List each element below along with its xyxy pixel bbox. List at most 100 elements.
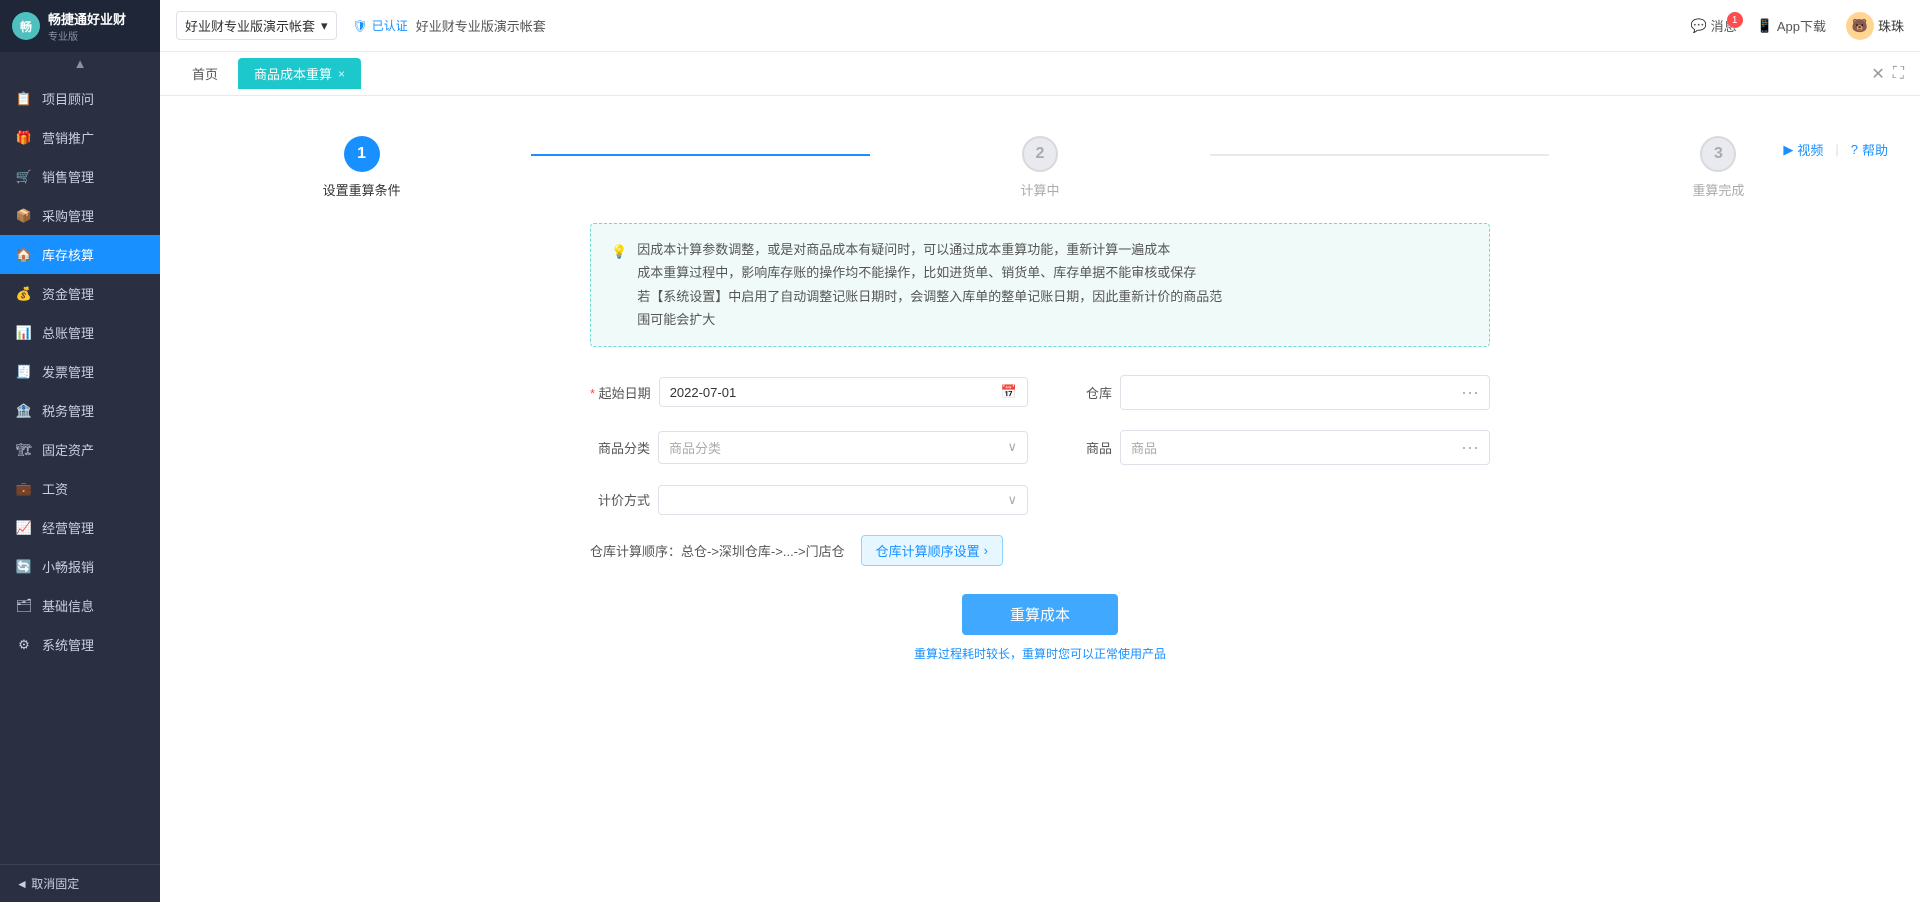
sidebar-item-sales[interactable]: 🛒 销售管理 — [0, 157, 160, 196]
sidebar-nav: 📋 项目顾问 🎁 营销推广 🛒 销售管理 📦 采购管理 🏠 库存核算 💰 资金管… — [0, 75, 160, 864]
sidebar-item-expense[interactable]: 🔄 小畅报销 — [0, 547, 160, 586]
start-date-value: 2022-07-01 — [670, 385, 737, 400]
sidebar-item-label: 项目顾问 — [42, 89, 94, 108]
sidebar-item-payroll[interactable]: 💼 工资 — [0, 469, 160, 508]
step-1-num: 1 — [357, 145, 366, 163]
step-3-label: 重算完成 — [1692, 180, 1744, 199]
sidebar-item-invoice[interactable]: 🧾 发票管理 — [0, 352, 160, 391]
sidebar-scroll-up[interactable]: ▲ — [0, 52, 160, 75]
step-2-label: 计算中 — [1021, 180, 1060, 199]
sidebar-item-label: 采购管理 — [42, 206, 94, 225]
sidebar-item-basic[interactable]: 🗂 基础信息 — [0, 586, 160, 625]
product-field: 商品 商品 ··· — [1052, 430, 1490, 465]
step-3-circle: 3 — [1700, 136, 1736, 172]
project-icon: 📋 — [16, 91, 32, 107]
maximize-window-btn[interactable]: ⛶ — [1893, 65, 1904, 83]
tabs-bar: 首页 商品成本重算 × ✕ ⛶ — [160, 52, 1920, 96]
video-btn[interactable]: ▶ 视频 — [1783, 140, 1823, 159]
warehouse-order-label: 仓库计算顺序：总仓->深圳仓库->...->门店仓 — [590, 541, 845, 560]
message-action[interactable]: 💬 消息 1 — [1690, 16, 1736, 35]
help-btn-label: 帮助 — [1862, 140, 1888, 159]
step-2-circle: 2 — [1022, 136, 1058, 172]
form-row-2: 商品分类 商品分类 ∨ 商品 商品 ··· — [590, 430, 1490, 465]
notice-line4: 围可能会扩大 — [637, 308, 1222, 331]
warehouse-input[interactable]: ··· — [1120, 375, 1490, 410]
purchase-icon: 📦 — [16, 208, 32, 224]
chevron-down-icon: ▾ — [321, 18, 328, 34]
product-label: 商品 — [1052, 438, 1112, 457]
sidebar-item-label: 固定资产 — [42, 440, 94, 459]
basic-icon: 🗂 — [16, 598, 32, 614]
sales-icon: 🛒 — [16, 169, 32, 185]
tab-home[interactable]: 首页 — [176, 58, 234, 89]
start-date-input[interactable]: 2022-07-01 📅 — [659, 377, 1028, 407]
account-selector-label: 好业财专业版演示帐套 — [185, 16, 315, 35]
tab-active-label: 商品成本重算 — [254, 64, 332, 83]
sidebar-header: 畅 畅捷通好业财 专业版 — [0, 0, 160, 52]
product-ellipsis-btn[interactable]: ··· — [1461, 437, 1479, 458]
warehouse-ellipsis-btn[interactable]: ··· — [1461, 382, 1479, 403]
step-2: 2 计算中 — [870, 136, 1209, 199]
shield-icon: 🛡 — [353, 19, 368, 33]
help-btn[interactable]: ? 帮助 — [1851, 140, 1888, 159]
sidebar-item-accounting[interactable]: 📊 总账管理 — [0, 313, 160, 352]
category-dropdown[interactable]: 商品分类 ∨ — [658, 431, 1028, 464]
sidebar-item-label: 工资 — [42, 479, 68, 498]
window-controls: ✕ ⛶ — [1871, 64, 1904, 84]
sidebar-item-marketing[interactable]: 🎁 营销推广 — [0, 118, 160, 157]
sidebar-item-finance[interactable]: 💰 资金管理 — [0, 274, 160, 313]
tab-close-btn[interactable]: × — [338, 67, 345, 81]
sidebar-item-label: 销售管理 — [42, 167, 94, 186]
sidebar-item-label: 发票管理 — [42, 362, 94, 381]
sidebar-item-label: 库存核算 — [42, 245, 94, 264]
app-download-action[interactable]: 📱 App下载 — [1757, 16, 1826, 35]
warehouse-order-row: 仓库计算顺序：总仓->深圳仓库->...->门店仓 仓库计算顺序设置 › — [590, 535, 1490, 566]
start-date-field: 起始日期 2022-07-01 📅 — [590, 377, 1028, 407]
sidebar-item-project[interactable]: 📋 项目顾问 — [0, 79, 160, 118]
form-row-1: 起始日期 2022-07-01 📅 仓库 ··· — [590, 375, 1490, 410]
notice-box: 💡 因成本计算参数调整，或是对商品成本有疑问时，可以通过成本重算功能，重新计算一… — [590, 223, 1490, 347]
sidebar-item-inventory[interactable]: 🏠 库存核算 — [0, 235, 160, 274]
recalc-hint: 重算过程耗时较长，重算时您可以正常使用产品 — [590, 645, 1490, 662]
sidebar-item-label: 营销推广 — [42, 128, 94, 147]
step-line-1 — [531, 154, 870, 156]
tax-icon: 🏦 — [16, 403, 32, 419]
message-badge: 1 — [1727, 12, 1743, 28]
topbar-right: 💬 消息 1 📱 App下载 🐻 珠珠 — [1690, 12, 1904, 40]
steps-actions: ▶ 视频 | ? 帮助 — [1783, 140, 1888, 159]
form-row-3: 计价方式 ∨ — [590, 485, 1490, 515]
tab-cost-recalc[interactable]: 商品成本重算 × — [238, 58, 361, 89]
operations-icon: 📈 — [16, 520, 32, 536]
user-profile[interactable]: 🐻 珠珠 — [1846, 12, 1904, 40]
assets-icon: 🏗 — [16, 442, 32, 458]
sidebar-item-tax[interactable]: 🏦 税务管理 — [0, 391, 160, 430]
inventory-icon: 🏠 — [16, 247, 32, 263]
calendar-icon: 📅 — [1001, 384, 1017, 400]
recalc-btn[interactable]: 重算成本 — [962, 594, 1118, 635]
sidebar-unpin-btn[interactable]: ◄ 取消固定 — [0, 864, 160, 902]
user-name: 珠珠 — [1878, 16, 1904, 35]
sidebar-item-assets[interactable]: 🏗 固定资产 — [0, 430, 160, 469]
video-btn-label: 视频 — [1797, 140, 1823, 159]
payroll-icon: 💼 — [16, 481, 32, 497]
topbar: 好业财专业版演示帐套 ▾ 🛡 已认证 好业财专业版演示帐套 💬 消息 1 📱 A… — [160, 0, 1920, 52]
close-window-btn[interactable]: ✕ — [1871, 64, 1884, 84]
system-icon: ⚙ — [16, 637, 32, 653]
step-2-num: 2 — [1036, 145, 1045, 163]
product-input[interactable]: 商品 ··· — [1120, 430, 1490, 465]
question-icon: ? — [1851, 142, 1858, 157]
chevron-down-icon: ∨ — [1007, 439, 1017, 455]
notice-line1: 因成本计算参数调整，或是对商品成本有疑问时，可以通过成本重算功能，重新计算一遍成… — [637, 238, 1222, 261]
sidebar-item-system[interactable]: ⚙ 系统管理 — [0, 625, 160, 664]
sidebar-item-purchase[interactable]: 📦 采购管理 — [0, 196, 160, 235]
arrow-right-icon: › — [984, 543, 988, 558]
tab-home-label: 首页 — [192, 64, 218, 83]
sidebar-item-operations[interactable]: 📈 经营管理 — [0, 508, 160, 547]
divider: | — [1835, 142, 1838, 157]
account-selector[interactable]: 好业财专业版演示帐套 ▾ — [176, 11, 337, 40]
marketing-icon: 🎁 — [16, 130, 32, 146]
pricing-dropdown[interactable]: ∨ — [658, 485, 1028, 515]
pricing-label: 计价方式 — [590, 490, 650, 509]
warehouse-order-btn[interactable]: 仓库计算顺序设置 › — [861, 535, 1003, 566]
warehouse-label: 仓库 — [1052, 383, 1112, 402]
